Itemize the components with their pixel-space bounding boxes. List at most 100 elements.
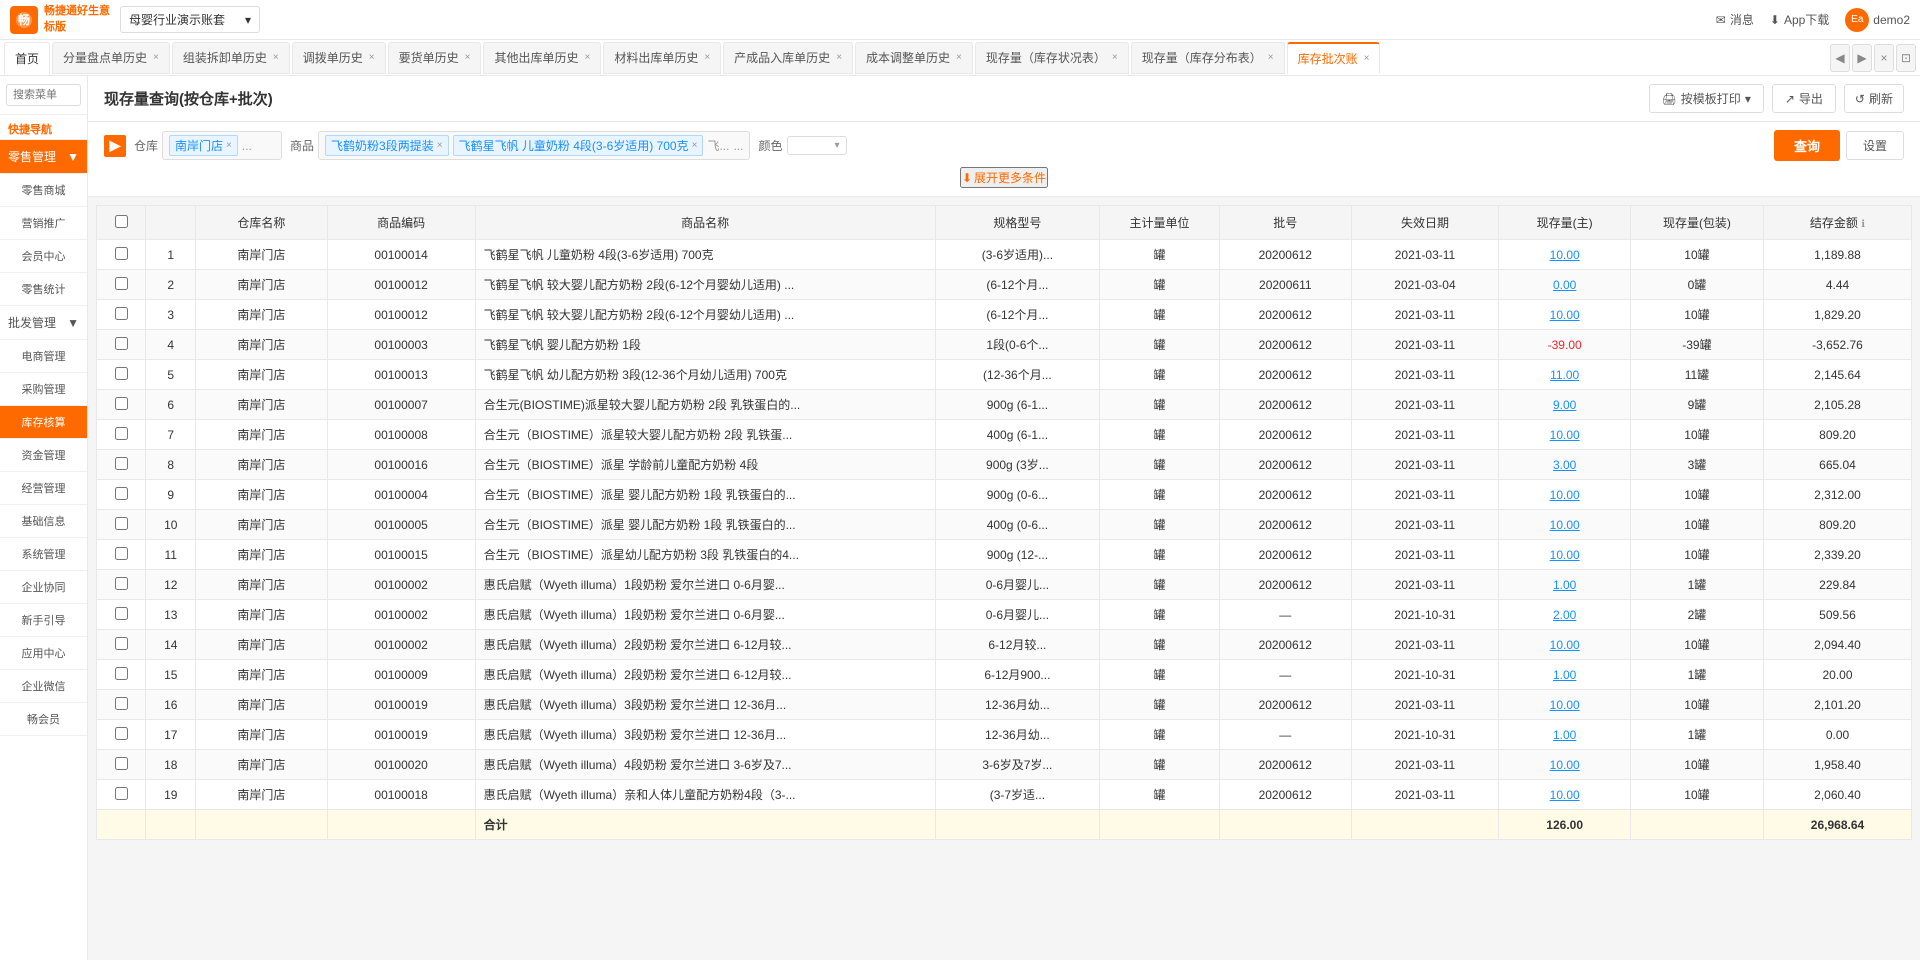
search-input[interactable] [6,84,81,106]
row-qty-main[interactable]: 10.00 [1499,300,1630,330]
product-tag-container[interactable]: 飞鹤奶粉3段两提装 × 飞鹤星飞帆 儿童奶粉 4段(3-6岁适用) 700克 ×… [318,131,750,160]
sidebar-item-ecommerce[interactable]: 电商管理 [0,340,87,373]
tab-close-tiaobo[interactable]: × [369,52,375,63]
row-checkbox[interactable] [97,450,146,480]
sidebar-item-zero-retail[interactable]: 零售管理 ▼ [0,140,87,174]
product-more-dots[interactable]: ... [733,139,743,153]
row-qty-main[interactable]: 10.00 [1499,630,1630,660]
query-button[interactable]: 查询 [1774,130,1840,161]
tab-tiaobo[interactable]: 调拨单历史 × [292,42,386,74]
row-checkbox[interactable] [97,480,146,510]
row-checkbox[interactable] [97,630,146,660]
select-all-checkbox[interactable] [115,215,128,228]
settings-button[interactable]: 设置 [1846,131,1904,160]
tab-close-chanpin[interactable]: × [836,52,842,63]
row-qty-main[interactable]: 10.00 [1499,510,1630,540]
sidebar-item-purchase[interactable]: 采购管理 [0,373,87,406]
row-qty-main[interactable]: -39.00 [1499,330,1630,360]
sidebar-item-basic[interactable]: 基础信息 [0,505,87,538]
row-qty-main[interactable]: 10.00 [1499,540,1630,570]
warehouse-more-dots[interactable]: ... [242,139,252,153]
sidebar-item-operations[interactable]: 经营管理 [0,472,87,505]
sidebar-item-finance[interactable]: 资金管理 [0,439,87,472]
tab-close-cailiao[interactable]: × [704,52,710,63]
row-checkbox[interactable] [97,510,146,540]
row-qty-main[interactable]: 0.00 [1499,270,1630,300]
tab-close-yaohuo[interactable]: × [465,52,471,63]
sidebar-item-member[interactable]: 会员中心 [0,240,87,273]
row-checkbox[interactable] [97,720,146,750]
account-selector[interactable]: 母婴行业演示账套 ▾ [120,6,260,33]
tab-next-btn[interactable]: ▶ [1852,44,1872,72]
tab-close-all-btn[interactable]: × [1874,44,1894,72]
row-qty-main[interactable]: 3.00 [1499,450,1630,480]
row-checkbox[interactable] [97,750,146,780]
row-qty-main[interactable]: 10.00 [1499,690,1630,720]
row-qty-main[interactable]: 11.00 [1499,360,1630,390]
tab-chengben[interactable]: 成本调整单历史 × [855,42,973,74]
row-qty-main[interactable]: 10.00 [1499,780,1630,810]
row-checkbox[interactable] [97,780,146,810]
warehouse-tag-container[interactable]: 南岸门店 × ... [162,131,282,160]
tab-close-xianzai2[interactable]: × [1268,52,1274,63]
export-button[interactable]: ↗ 导出 [1772,84,1836,113]
tab-home[interactable]: 首页 [4,42,50,74]
expand-more-btn[interactable]: ⬇ 展开更多条件 [960,167,1048,188]
sidebar-item-marketing[interactable]: 营销推广 [0,207,87,240]
tab-yaohuo[interactable]: 要货单历史 × [388,42,482,74]
product-tag-2-close[interactable]: × [692,140,698,151]
sidebar-item-warehouse[interactable]: 库存核算 [0,406,87,439]
print-button[interactable]: 🖨 按模板打印 ▾ [1649,84,1764,113]
row-qty-main[interactable]: 1.00 [1499,720,1630,750]
row-checkbox[interactable] [97,570,146,600]
app-download-btn[interactable]: ⬇ App下载 [1770,11,1829,28]
row-qty-main[interactable]: 2.00 [1499,600,1630,630]
row-qty-main[interactable]: 1.00 [1499,660,1630,690]
tab-close-chengben[interactable]: × [956,52,962,63]
row-checkbox[interactable] [97,240,146,270]
tab-close-xianzai1[interactable]: × [1112,52,1118,63]
row-qty-main[interactable]: 10.00 [1499,420,1630,450]
sidebar-item-batch[interactable]: 批发管理 ▼ [0,306,87,340]
row-checkbox[interactable] [97,660,146,690]
row-checkbox[interactable] [97,300,146,330]
tab-close-fenpan[interactable]: × [153,52,159,63]
filter-toggle-btn[interactable]: ▶ [104,135,126,157]
tab-prev-btn[interactable]: ◀ [1830,44,1850,72]
sidebar-item-corp-wechat[interactable]: 企业微信 [0,670,87,703]
tab-close-zuche[interactable]: × [273,52,279,63]
row-qty-main[interactable]: 10.00 [1499,240,1630,270]
tab-xianzai2[interactable]: 现存量（库存分布表） × [1131,42,1285,74]
row-checkbox[interactable] [97,360,146,390]
sidebar-item-zero-stat[interactable]: 零售统计 [0,273,87,306]
sidebar-item-zero-shop[interactable]: 零售商城 [0,174,87,207]
tab-xianzai1[interactable]: 现存量（库存状况表） × [975,42,1129,74]
warehouse-tag-close[interactable]: × [226,140,232,151]
row-qty-main[interactable]: 10.00 [1499,480,1630,510]
tab-fenpan[interactable]: 分量盘点单历史 × [52,42,170,74]
tab-close-qita[interactable]: × [584,52,590,63]
row-checkbox[interactable] [97,330,146,360]
tab-zuche[interactable]: 组装拆卸单历史 × [172,42,290,74]
row-checkbox[interactable] [97,420,146,450]
product-tag-1-close[interactable]: × [437,140,443,151]
refresh-button[interactable]: ↺ 刷新 [1844,84,1904,113]
tab-cailiao[interactable]: 材料出库单历史 × [603,42,721,74]
row-qty-main[interactable]: 1.00 [1499,570,1630,600]
sidebar-item-enterprise[interactable]: 企业协同 [0,571,87,604]
row-qty-main[interactable]: 10.00 [1499,750,1630,780]
sidebar-item-guide[interactable]: 新手引导 [0,604,87,637]
sidebar-item-app-center[interactable]: 应用中心 [0,637,87,670]
tab-expand-btn[interactable]: ⊡ [1896,44,1916,72]
row-checkbox[interactable] [97,540,146,570]
tab-pipichenghao[interactable]: 库存批次账 × [1287,42,1381,74]
row-checkbox[interactable] [97,390,146,420]
balance-info-icon[interactable]: ℹ [1861,219,1865,230]
row-checkbox[interactable] [97,600,146,630]
tab-qita[interactable]: 其他出库单历史 × [483,42,601,74]
tab-close-pipichenghao[interactable]: × [1364,53,1370,64]
sidebar-item-system[interactable]: 系统管理 [0,538,87,571]
sidebar-item-member2[interactable]: 畅会员 [0,703,87,736]
user-avatar[interactable]: Ea demo2 [1845,8,1910,32]
row-checkbox[interactable] [97,270,146,300]
